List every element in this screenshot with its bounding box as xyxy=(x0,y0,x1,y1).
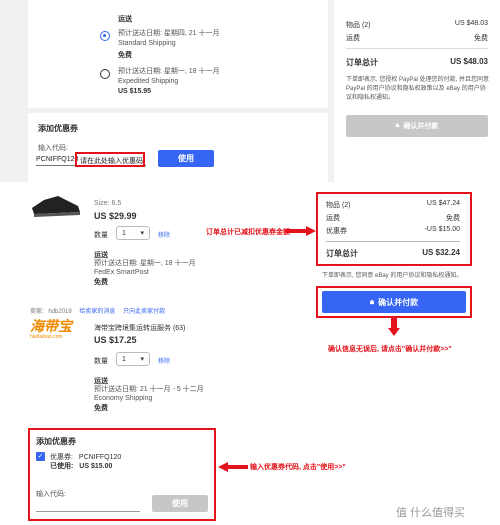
item2-qty-label: 数量 xyxy=(94,358,108,365)
annotation-total-deducted: 订单总计已减扣优惠券金额 xyxy=(206,229,290,236)
shipping-radio-standard[interactable] xyxy=(100,31,110,41)
seller-row: 卖家: hdb2019 给卖家的消息 只向此卖家付款 xyxy=(30,306,165,315)
shipping-price-2: US $15.95 xyxy=(118,88,152,95)
annotation-confirm-pay: 确认信息无误后, 请点击"确认并付款>>" xyxy=(328,346,452,353)
shipping-date-2: 预计送达日期: 星期一, 18 十一月 xyxy=(118,68,220,75)
shipping-title: 运送 xyxy=(118,16,132,23)
watermark: 值 什么值得买 xyxy=(396,504,465,520)
seller-label: 卖家: xyxy=(30,309,44,315)
coupon-section-title: 添加优惠券 xyxy=(36,437,76,446)
sum-ship-label: 运费 xyxy=(326,215,340,222)
top-screenshot: 运送 预计送达日期: 星期四, 21 十一月 Standard Shipping… xyxy=(0,0,500,182)
sum-total-value: US $32.24 xyxy=(422,248,460,257)
item2-title[interactable]: 海带宝跨境集运转运服务 (63) xyxy=(94,323,185,333)
item1-qty-select[interactable]: 1 ▾ xyxy=(116,226,150,240)
item2-ship-service: Economy Shipping xyxy=(94,395,153,402)
sum-divider xyxy=(326,241,460,242)
coupon-checkbox[interactable]: ✓ xyxy=(36,452,45,461)
item1-remove-link[interactable]: 移除 xyxy=(158,230,170,239)
coupon-apply-button[interactable]: 使用 xyxy=(158,150,214,167)
coupon-input-value: PCNIFFQ120 xyxy=(36,156,79,163)
bottom-screenshot: Size: 6.5 US $29.99 数量 1 ▾ 移除 运送 预计送达日期:… xyxy=(0,186,500,525)
item2-remove-link[interactable]: 移除 xyxy=(158,356,170,365)
summary-ship-value: 免费 xyxy=(474,35,488,42)
shipping-price-1: 免费 xyxy=(118,52,132,59)
shipping-date-1: 预计送达日期: 星期四, 21 十一月 xyxy=(118,30,220,37)
arrow-icon xyxy=(286,226,316,236)
sum-total-label: 订单总计 xyxy=(326,249,358,258)
sum-coupon-label: 优惠券 xyxy=(326,228,347,235)
item2-qty-value: 1 xyxy=(122,355,126,363)
sum-items-label: 物品 (2) xyxy=(326,202,351,209)
lock-icon: 🔒︎ xyxy=(395,122,400,129)
item1-ship-date: 预计送达日期: 星期一, 18 十一月 xyxy=(94,260,196,267)
summary-divider xyxy=(346,48,488,49)
chevron-down-icon: ▾ xyxy=(140,356,144,363)
coupon-title: 添加优惠券 xyxy=(38,124,78,133)
summary-notice: 下单即表示, 您授权 PayPal 处理您的付款, 并且您同意 PayPal 的… xyxy=(346,77,490,101)
sum-coupon-value: -US $15.00 xyxy=(424,226,460,233)
arrow-down-icon xyxy=(388,318,400,336)
arrow-left-icon xyxy=(218,462,248,472)
coupon-used-label: 已使用: xyxy=(50,463,74,470)
pay-seller-only-link[interactable]: 只向此卖家付款 xyxy=(123,309,165,315)
item1-qty-label: 数量 xyxy=(94,232,108,239)
coupon-used-row: 已使用: US $15.00 xyxy=(50,461,112,471)
shipping-service-2: Expedited Shipping xyxy=(118,78,179,85)
coupon-hint: 请在此处输入优惠码 xyxy=(80,158,143,165)
logo-text: 海带宝 xyxy=(30,318,72,334)
coupon-section-box: 添加优惠券 ✓ 优惠券: PCNIFFQ120 已使用: US $15.00 输… xyxy=(28,428,216,521)
seller-name: hdb2019 xyxy=(48,309,72,315)
item1-ship-price: 免费 xyxy=(94,279,108,286)
coupon-used-value: US $15.00 xyxy=(79,463,113,470)
summary-card-top: 物品 (2) US $48.03 运费 免费 订单总计 US $48.03 下单… xyxy=(334,0,500,182)
haidaibao-logo: 海带宝 haidaibao.com xyxy=(30,319,86,341)
logo-subtext: haidaibao.com xyxy=(30,334,63,340)
shipping-service-1: Standard Shipping xyxy=(118,40,176,47)
coupon-code-label: 优惠券: xyxy=(50,454,73,461)
coupon-input-label: 输入代码: xyxy=(36,491,66,498)
item1-qty-value: 1 xyxy=(122,229,126,237)
order-summary-box: 物品 (2) US $47.24 运费 免费 优惠券 -US $15.00 订单… xyxy=(316,192,472,266)
sum-items-value: US $47.24 xyxy=(426,200,460,207)
summary-total-label: 订单总计 xyxy=(346,58,378,67)
summary-total-value: US $48.03 xyxy=(450,57,488,66)
item1-price: US $29.99 xyxy=(94,211,137,221)
confirm-pay-button-disabled[interactable]: 🔒︎ 确认并付款 xyxy=(346,115,488,137)
shipping-radio-expedited[interactable] xyxy=(100,69,110,79)
summary-ship-label: 运费 xyxy=(346,35,360,42)
annotation-enter-coupon: 输入优惠券代码, 点击"使用>>" xyxy=(250,464,346,471)
summary-items-label: 物品 (2) xyxy=(346,22,371,29)
item2-price: US $17.25 xyxy=(94,335,137,345)
coupon-card: 添加优惠券 输入代码: PCNIFFQ120 请在此处输入优惠码 使用 xyxy=(28,113,328,182)
coupon-code: PCNIFFQ120 xyxy=(78,454,122,461)
item2-ship-date: 预计送达日期: 21 十一月 - 5 十二月 xyxy=(94,386,204,393)
lock-icon: 🔒︎ xyxy=(369,297,375,306)
coupon-code-input[interactable] xyxy=(36,500,140,512)
item2-qty-select[interactable]: 1 ▾ xyxy=(116,352,150,366)
coupon-hint-box: 请在此处输入优惠码 xyxy=(75,152,145,167)
shoe-image xyxy=(32,196,80,217)
confirm-pay-text: 确认并付款 xyxy=(378,297,419,307)
watermark-text: 值 什么值得买 xyxy=(396,507,466,519)
confirm-pay-button[interactable]: 🔒︎ 确认并付款 xyxy=(322,291,466,313)
shipping-card: 运送 预计送达日期: 星期四, 21 十一月 Standard Shipping… xyxy=(28,0,328,108)
item1-ship-service: FedEx SmartPost xyxy=(94,269,149,276)
item2-ship-price: 免费 xyxy=(94,405,108,412)
confirm-pay-label: 确认并付款 xyxy=(403,123,439,130)
item1-size: Size: 6.5 xyxy=(94,200,122,207)
summary-items-value: US $48.03 xyxy=(454,20,488,27)
coupon-label: 输入代码: xyxy=(38,145,68,152)
sum-notice: 下单即表示, 您同意 eBay 的用户协议和隐私权通知。 xyxy=(322,273,463,279)
coupon-use-button[interactable]: 使用 xyxy=(152,495,208,512)
sum-ship-value: 免费 xyxy=(446,215,460,222)
message-seller-link[interactable]: 给卖家的消息 xyxy=(79,309,115,315)
chevron-down-icon: ▾ xyxy=(140,230,144,237)
